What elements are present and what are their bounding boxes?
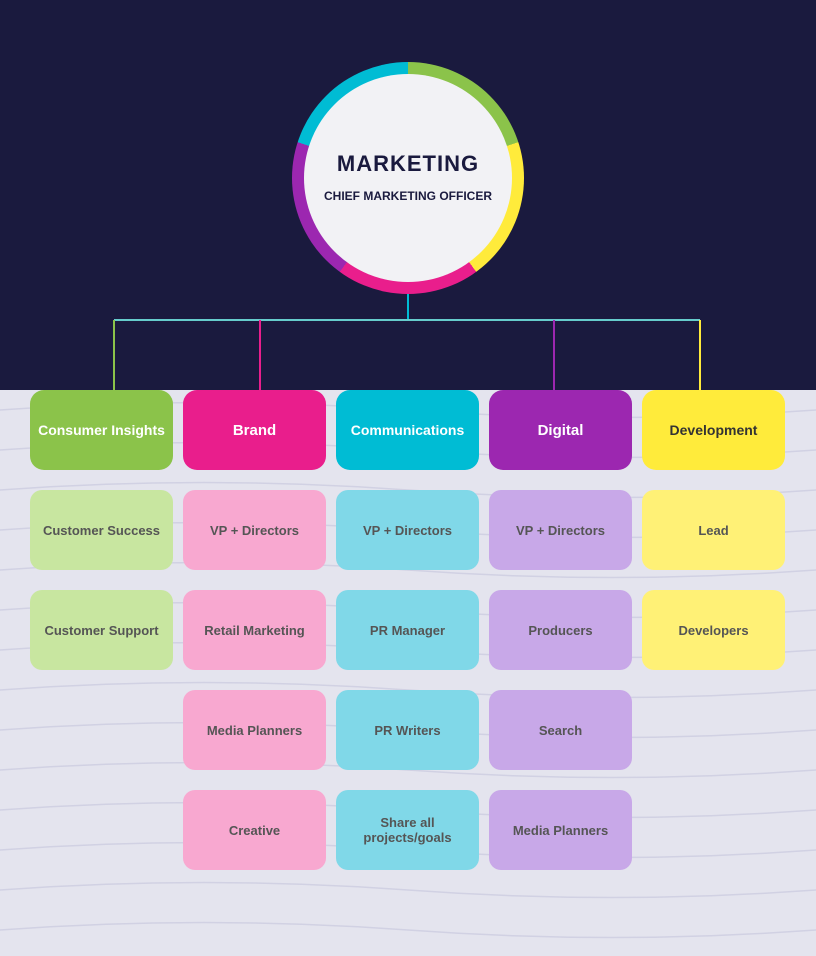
sub-customer-success: Customer Success xyxy=(30,490,173,570)
sub-vp-directors-brand: VP + Directors xyxy=(183,490,326,570)
sub-pr-manager: PR Manager xyxy=(336,590,479,670)
dept-brand: Brand xyxy=(183,390,326,470)
circle-subtitle: CHIEF MARKETING OFFICER xyxy=(324,188,492,205)
sub-lead: Lead xyxy=(642,490,785,570)
sub-media-planners-digital: Media Planners xyxy=(489,790,632,870)
sub-search: Search xyxy=(489,690,632,770)
subrow-2: Customer Support Retail Marketing PR Man… xyxy=(30,590,786,670)
sub-vp-directors-comm: VP + Directors xyxy=(336,490,479,570)
dept-digital: Digital xyxy=(489,390,632,470)
department-row: Consumer Insights Brand Communications D… xyxy=(30,390,786,470)
sub-pr-writers: PR Writers xyxy=(336,690,479,770)
center-circle: MARKETING CHIEF MARKETING OFFICER xyxy=(304,74,512,282)
dept-communications: Communications xyxy=(336,390,479,470)
circle-title: MARKETING xyxy=(337,151,479,177)
sub-retail-marketing: Retail Marketing xyxy=(183,590,326,670)
sub-share-projects: Share all projects/goals xyxy=(336,790,479,870)
dept-consumer: Consumer Insights xyxy=(30,390,173,470)
sub-creative: Creative xyxy=(183,790,326,870)
subrow-1: Customer Success VP + Directors VP + Dir… xyxy=(30,490,786,570)
sub-developers: Developers xyxy=(642,590,785,670)
sub-producers: Producers xyxy=(489,590,632,670)
dept-development: Development xyxy=(642,390,785,470)
sub-media-planners-brand: Media Planners xyxy=(183,690,326,770)
sub-customer-support: Customer Support xyxy=(30,590,173,670)
subrow-3: Media Planners PR Writers Search xyxy=(30,690,786,770)
sub-vp-directors-digital: VP + Directors xyxy=(489,490,632,570)
subrow-4: Creative Share all projects/goals Media … xyxy=(30,790,786,870)
